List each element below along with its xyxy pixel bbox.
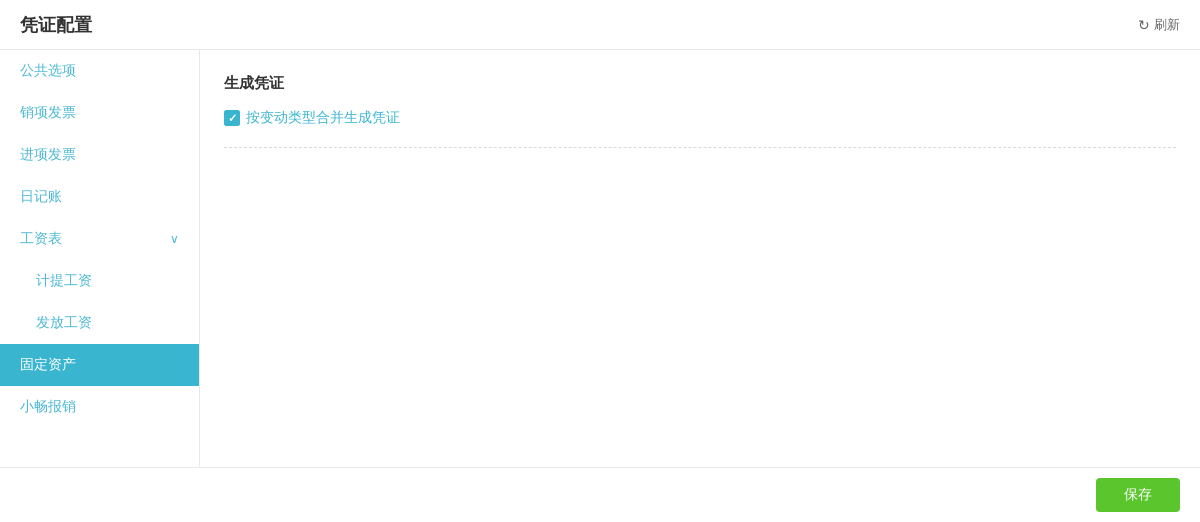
divider (224, 147, 1176, 148)
footer: 保存 (0, 467, 1200, 522)
content-area: 生成凭证 ✓ 按变动类型合并生成凭证 (200, 50, 1200, 467)
main-content: 公共选项销项发票进项发票日记账工资表 ∨ 计提工资发放工资固定资产小畅报销 生成凭证… (0, 50, 1200, 467)
merge-checkbox-wrapper[interactable]: ✓ 按变动类型合并生成凭证 (224, 109, 400, 127)
sidebar-item-label-expense: 小畅报销 (20, 398, 76, 416)
merge-checkbox-label: 按变动类型合并生成凭证 (246, 109, 400, 127)
sidebar-item-label-purchase-invoice: 进项发票 (20, 146, 76, 164)
page-title: 凭证配置 (20, 13, 92, 37)
check-mark-icon: ✓ (228, 112, 237, 125)
refresh-label: 刷新 (1154, 16, 1180, 34)
sidebar-item-label-fixed-assets: 固定资产 (20, 356, 76, 374)
sidebar-item-distribution[interactable]: 发放工资 (0, 302, 199, 344)
header: 凭证配置 ↻ 刷新 (0, 0, 1200, 50)
sidebar-item-public[interactable]: 公共选项 (0, 50, 199, 92)
sidebar-item-label-payroll: 工资表 (20, 230, 62, 248)
sidebar-item-accrual[interactable]: 计提工资 (0, 260, 199, 302)
sidebar-item-sales-invoice[interactable]: 销项发票 (0, 92, 199, 134)
sidebar-item-label-journal: 日记账 (20, 188, 62, 206)
sidebar-item-expense[interactable]: 小畅报销 (0, 386, 199, 428)
refresh-button[interactable]: ↻ 刷新 (1138, 16, 1180, 34)
refresh-icon: ↻ (1138, 17, 1150, 33)
sidebar-item-payroll[interactable]: 工资表 ∨ (0, 218, 199, 260)
sidebar-item-journal[interactable]: 日记账 (0, 176, 199, 218)
section-title: 生成凭证 (224, 74, 1176, 93)
sidebar-item-label-public: 公共选项 (20, 62, 76, 80)
sidebar-item-purchase-invoice[interactable]: 进项发票 (0, 134, 199, 176)
save-button[interactable]: 保存 (1096, 478, 1180, 512)
sidebar-item-fixed-assets[interactable]: 固定资产 (0, 344, 199, 386)
sidebar-item-label-accrual: 计提工资 (36, 272, 92, 290)
chevron-down-icon: ∨ (170, 232, 179, 246)
checkbox-row: ✓ 按变动类型合并生成凭证 (224, 109, 1176, 127)
sidebar: 公共选项销项发票进项发票日记账工资表 ∨ 计提工资发放工资固定资产小畅报销 (0, 50, 200, 467)
sidebar-item-label-sales-invoice: 销项发票 (20, 104, 76, 122)
merge-checkbox[interactable]: ✓ (224, 110, 240, 126)
sidebar-item-label-distribution: 发放工资 (36, 314, 92, 332)
page-wrapper: 凭证配置 ↻ 刷新 公共选项销项发票进项发票日记账工资表 ∨ 计提工资发放工资固定资… (0, 0, 1200, 522)
